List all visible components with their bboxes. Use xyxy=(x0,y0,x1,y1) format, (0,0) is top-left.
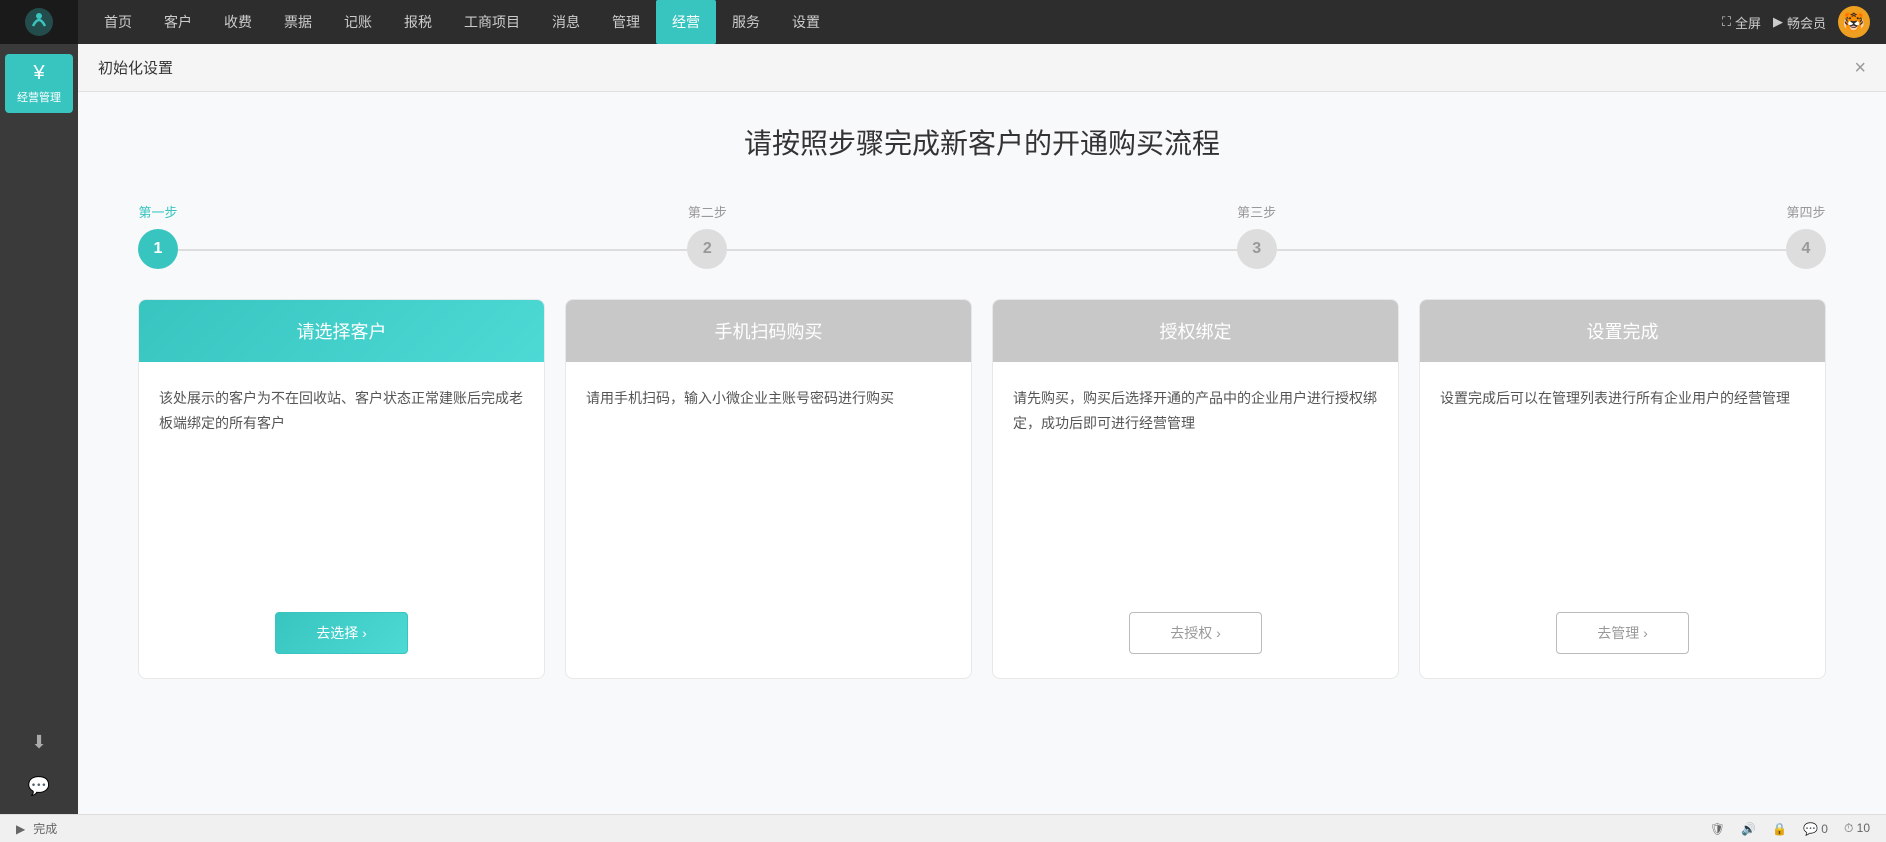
go-manage-button[interactable]: 去管理 › xyxy=(1556,612,1689,654)
card-4-footer: 去管理 › xyxy=(1420,596,1825,678)
nav-items: 首页 客户 收费 票据 记账 报税 工商项目 消息 管理 经营 服务 设置 xyxy=(78,0,1722,44)
vip-button[interactable]: ▶ 畅会员 xyxy=(1773,13,1826,32)
page-title: 初始化设置 xyxy=(98,57,173,78)
setup-content: 请按照步骤完成新客户的开通购买流程 第一步 1 第二步 2 第三步 3 xyxy=(78,92,1886,814)
nav-item-accounting[interactable]: 记账 xyxy=(328,0,388,44)
app-logo-icon xyxy=(23,6,55,38)
volume-icon: 🔊 xyxy=(1741,822,1756,836)
card-step2: 手机扫码购买 请用手机扫码，输入小微企业主账号密码进行购买 xyxy=(565,299,972,679)
step-3-label: 第三步 xyxy=(1237,202,1276,221)
go-authorize-button[interactable]: 去授权 › xyxy=(1129,612,1262,654)
step-4-label: 第四步 xyxy=(1786,202,1825,221)
lock-icon: 🔒 xyxy=(1772,822,1787,836)
nav-right: ⛶ 全屏 ▶ 畅会员 🐯 xyxy=(1722,6,1886,38)
sidebar-item-label: 经营管理 xyxy=(17,89,61,105)
play-status-icon: ▶ xyxy=(16,822,25,836)
close-button[interactable]: × xyxy=(1854,58,1866,78)
support-button[interactable]: 💬 xyxy=(5,768,73,804)
step-2-circle: 2 xyxy=(687,229,727,269)
nav-item-billing[interactable]: 收费 xyxy=(208,0,268,44)
fullscreen-icon: ⛶ xyxy=(1722,14,1731,30)
download-icon: ⬇ xyxy=(31,732,46,753)
nav-item-settings[interactable]: 设置 xyxy=(776,0,836,44)
logo-area xyxy=(0,0,78,44)
status-right: 🛡 🔊 🔒 💬 0 ⏱ 10 xyxy=(1710,821,1870,836)
card-1-body: 该处展示的客户为不在回收站、客户状态正常建账后完成老板端绑定的所有客户 xyxy=(139,362,544,596)
main-layout: ¥ 经营管理 ⬇ 💬 初始化设置 × 请按照步骤完成新客户的开通购买流程 第一步… xyxy=(0,44,1886,814)
download-button[interactable]: ⬇ xyxy=(5,724,73,760)
nav-item-business[interactable]: 工商项目 xyxy=(448,0,536,44)
fullscreen-label: 全屏 xyxy=(1735,13,1761,32)
card-3-header: 授权绑定 xyxy=(993,300,1398,362)
top-navigation: 首页 客户 收费 票据 记账 报税 工商项目 消息 管理 经营 服务 设置 ⛶ … xyxy=(0,0,1886,44)
avatar[interactable]: 🐯 xyxy=(1838,6,1870,38)
step-3-circle: 3 xyxy=(1237,229,1277,269)
status-text: 完成 xyxy=(33,820,57,837)
step-2-label: 第二步 xyxy=(688,202,727,221)
nav-item-customers[interactable]: 客户 xyxy=(148,0,208,44)
sidebar-item-operation[interactable]: ¥ 经营管理 xyxy=(5,54,73,113)
card-3-footer: 去授权 › xyxy=(993,596,1398,678)
cards-container: 请选择客户 该处展示的客户为不在回收站、客户状态正常建账后完成老板端绑定的所有客… xyxy=(138,299,1826,679)
support-icon: 💬 xyxy=(28,776,50,797)
step-connector-3 xyxy=(1277,249,1786,251)
page-header: 初始化设置 × xyxy=(78,44,1886,92)
nav-item-message[interactable]: 消息 xyxy=(536,0,596,44)
step-1-label: 第一步 xyxy=(138,202,177,221)
card-step3: 授权绑定 请先购买，购买后选择开通的产品中的企业用户进行授权绑定，成功后即可进行… xyxy=(992,299,1399,679)
shield-icon: 🛡 xyxy=(1710,822,1725,836)
fullscreen-button[interactable]: ⛶ 全屏 xyxy=(1722,13,1761,32)
status-left: ▶ 完成 xyxy=(16,820,57,837)
step-1-wrapper: 第一步 1 xyxy=(138,202,178,269)
step-4-circle: 4 xyxy=(1786,229,1826,269)
step-3-wrapper: 第三步 3 xyxy=(1237,202,1277,269)
setup-main-title: 请按照步骤完成新客户的开通购买流程 xyxy=(138,122,1826,162)
timer-count: ⏱ 10 xyxy=(1844,821,1870,836)
nav-item-tax[interactable]: 报税 xyxy=(388,0,448,44)
card-step4: 设置完成 设置完成后可以在管理列表进行所有企业用户的经营管理 去管理 › xyxy=(1419,299,1826,679)
main-content: 初始化设置 × 请按照步骤完成新客户的开通购买流程 第一步 1 第二步 2 第三… xyxy=(78,44,1886,814)
status-bar: ▶ 完成 🛡 🔊 🔒 💬 0 ⏱ 10 xyxy=(0,814,1886,842)
steps-progress: 第一步 1 第二步 2 第三步 3 第四步 4 xyxy=(138,202,1826,269)
card-2-body: 请用手机扫码，输入小微企业主账号密码进行购买 xyxy=(566,362,971,638)
card-step1: 请选择客户 该处展示的客户为不在回收站、客户状态正常建账后完成老板端绑定的所有客… xyxy=(138,299,545,679)
card-4-header: 设置完成 xyxy=(1420,300,1825,362)
card-4-body: 设置完成后可以在管理列表进行所有企业用户的经营管理 xyxy=(1420,362,1825,596)
nav-item-service[interactable]: 服务 xyxy=(716,0,776,44)
card-1-header: 请选择客户 xyxy=(139,300,544,362)
step-connector-2 xyxy=(727,249,1236,251)
play-icon: ▶ xyxy=(1773,14,1783,30)
nav-item-operation[interactable]: 经营 xyxy=(656,0,716,44)
sidebar: ¥ 经营管理 ⬇ 💬 xyxy=(0,44,78,814)
nav-item-invoice[interactable]: 票据 xyxy=(268,0,328,44)
vip-label: 畅会员 xyxy=(1787,13,1826,32)
sidebar-bottom: ⬇ 💬 xyxy=(5,724,73,814)
card-3-body: 请先购买，购买后选择开通的产品中的企业用户进行授权绑定，成功后即可进行经营管理 xyxy=(993,362,1398,596)
go-select-button[interactable]: 去选择 › xyxy=(275,612,408,654)
card-2-footer xyxy=(566,638,971,678)
nav-item-home[interactable]: 首页 xyxy=(88,0,148,44)
step-4-wrapper: 第四步 4 xyxy=(1786,202,1826,269)
step-connector-1 xyxy=(178,249,687,251)
card-2-header: 手机扫码购买 xyxy=(566,300,971,362)
card-1-footer: 去选择 › xyxy=(139,596,544,678)
message-count: 💬 0 xyxy=(1803,822,1828,836)
step-2-wrapper: 第二步 2 xyxy=(687,202,727,269)
yuan-icon: ¥ xyxy=(33,62,44,85)
step-1-circle: 1 xyxy=(138,229,178,269)
nav-item-manage[interactable]: 管理 xyxy=(596,0,656,44)
